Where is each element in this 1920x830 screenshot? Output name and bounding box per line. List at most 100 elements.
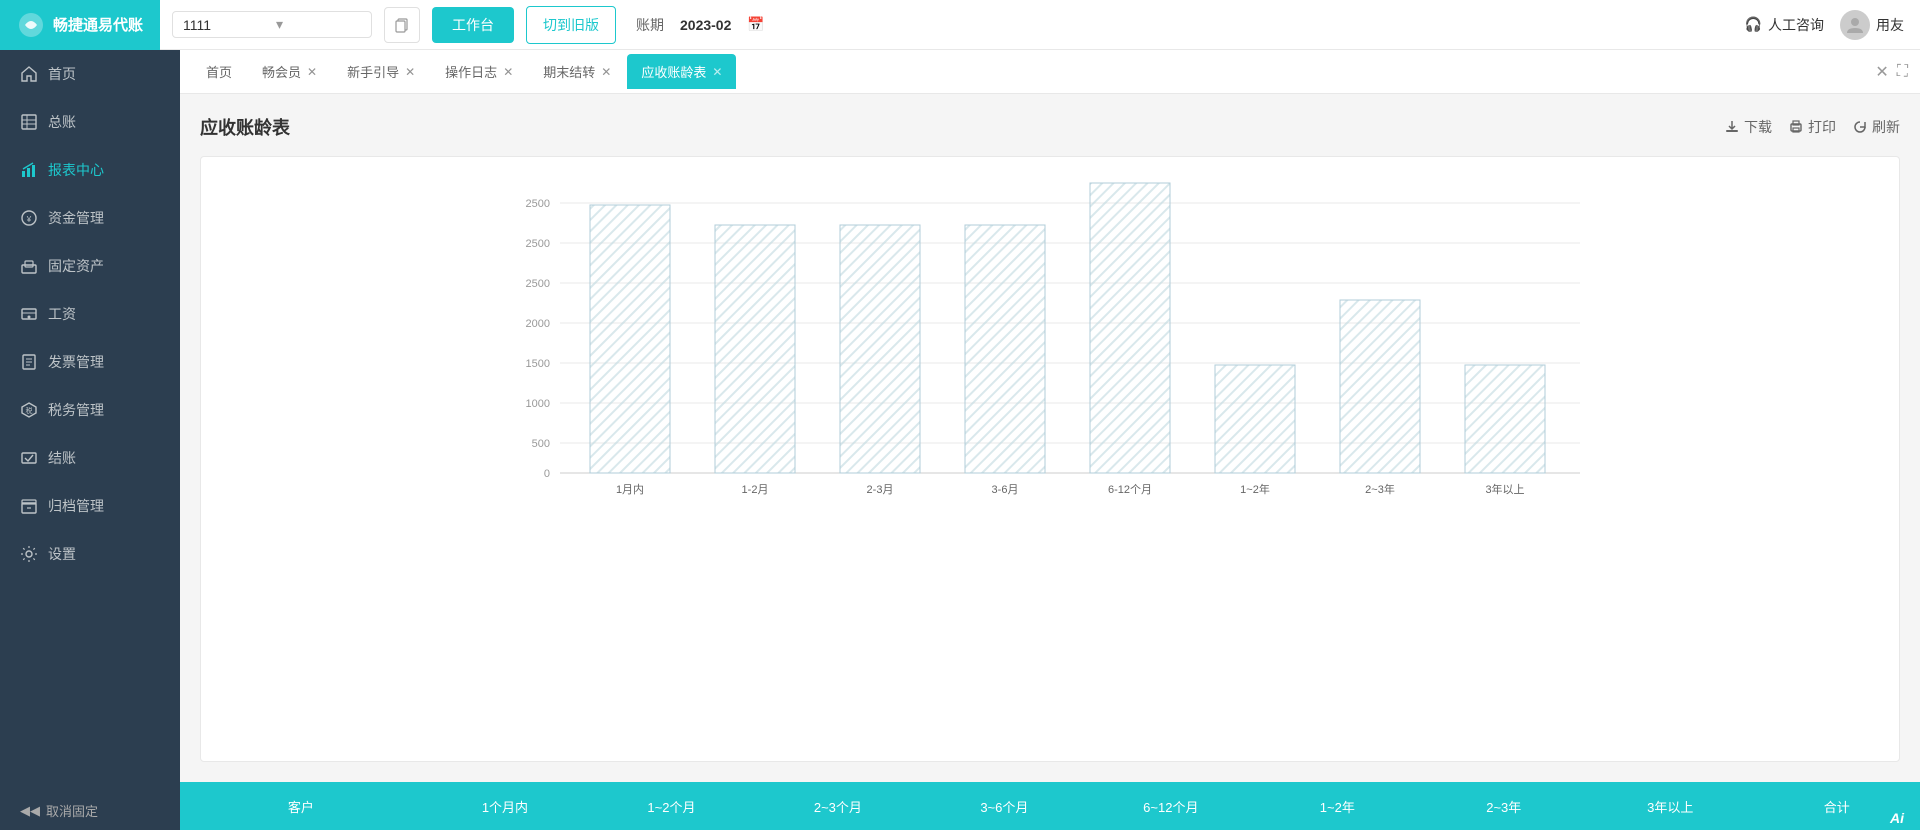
period-value: 2023-02 [680,17,731,33]
settings-icon [20,545,38,563]
close-all-tabs-button[interactable]: ✕ [1875,62,1888,82]
close-guide-tab[interactable]: ✕ [405,65,415,79]
col-3year: 3年以上 [1587,797,1753,816]
close-member-tab[interactable]: ✕ [307,65,317,79]
pin-icon: ◀◀ [20,803,40,819]
tab-aging-label: 应收账龄表 [641,62,706,81]
switch-version-button[interactable]: 切到旧版 [526,6,616,44]
svg-text:1000: 1000 [526,398,550,410]
tab-oplog[interactable]: 操作日志 ✕ [431,54,527,89]
tab-member[interactable]: 畅会员 ✕ [248,54,331,89]
tab-guide[interactable]: 新手引导 ✕ [333,54,429,89]
copy-icon [394,17,410,33]
sidebar-label-invoice: 发票管理 [48,352,104,372]
aging-chart: 2500 2500 2500 2000 1500 1000 500 0 [217,173,1883,513]
svg-text:2-3月: 2-3月 [867,484,894,496]
col-36month: 3~6个月 [921,797,1087,816]
content-area: 首页 畅会员 ✕ 新手引导 ✕ 操作日志 ✕ 期末结转 ✕ 应收账龄表 ✕ [180,50,1920,830]
header-right: 🎧 人工咨询 用友 [1745,10,1904,40]
close-period-end-tab[interactable]: ✕ [601,65,611,79]
sidebar-item-settings[interactable]: 设置 [0,530,180,578]
tab-home[interactable]: 首页 [192,54,246,89]
col-12month: 1~2个月 [588,797,754,816]
svg-text:1~2年: 1~2年 [1240,482,1270,496]
tab-aging[interactable]: 应收账龄表 ✕ [627,54,736,89]
svg-text:500: 500 [532,438,550,450]
user-name: 用友 [1876,15,1904,35]
sidebar-item-home[interactable]: 首页 [0,50,180,98]
sidebar-label-funds: 资金管理 [48,208,104,228]
close-oplog-tab[interactable]: ✕ [503,65,513,79]
col-1month: 1个月内 [422,797,588,816]
print-button[interactable]: 打印 [1788,117,1836,137]
app-name: 畅捷通易代账 [53,14,143,35]
table-header-bar: 客户 1个月内 1~2个月 2~3个月 3~6个月 6~12个月 1~2年 2~… [180,782,1920,830]
sidebar-item-tax[interactable]: 税 税务管理 [0,386,180,434]
app-logo: 畅捷通易代账 [0,0,160,50]
sidebar-item-assets[interactable]: 固定资产 [0,242,180,290]
tab-period-end[interactable]: 期末结转 ✕ [529,54,625,89]
sidebar-label-archive: 归档管理 [48,496,104,516]
cancel-fixed-button[interactable]: ◀◀ 取消固定 [0,791,180,830]
sidebar-item-reports[interactable]: 报表中心 [0,146,180,194]
svg-text:1月内: 1月内 [616,482,644,496]
workbench-button[interactable]: 工作台 [432,7,514,43]
tab-guide-label: 新手引导 [347,62,399,81]
sidebar-label-ledger: 总账 [48,112,76,132]
copy-button[interactable] [384,7,420,43]
download-button[interactable]: 下载 [1724,117,1772,137]
svg-text:1-2月: 1-2月 [742,484,769,496]
period-label: 账期 [636,15,664,35]
user-button[interactable]: 用友 [1840,10,1904,40]
ai-badge: Ai [1874,806,1920,830]
sidebar-label-checkout: 结账 [48,448,76,468]
sidebar-item-funds[interactable]: ¥ 资金管理 [0,194,180,242]
consult-button[interactable]: 🎧 人工咨询 [1745,15,1824,35]
sidebar-label-settings: 设置 [48,544,76,564]
sidebar-label-assets: 固定资产 [48,256,104,276]
chart-container: 2500 2500 2500 2000 1500 1000 500 0 [200,156,1900,762]
ai-badge-text: Ai [1890,810,1904,826]
calendar-icon[interactable]: 📅 [747,16,764,33]
home-icon [20,65,38,83]
svg-text:3年以上: 3年以上 [1485,482,1524,496]
sidebar-label-tax: 税务管理 [48,400,104,420]
svg-text:2500: 2500 [526,238,550,250]
headset-icon: 🎧 [1745,16,1762,33]
salary-icon [20,305,38,323]
download-label: 下载 [1744,117,1772,137]
avatar [1840,10,1870,40]
sidebar-item-invoice[interactable]: 发票管理 [0,338,180,386]
col-612month: 6~12个月 [1088,797,1254,816]
sidebar-label-salary: 工资 [48,304,76,324]
svg-text:税: 税 [26,406,33,415]
archive-icon [20,497,38,515]
tab-oplog-label: 操作日志 [445,62,497,81]
sidebar-item-ledger[interactable]: 总账 [0,98,180,146]
checkout-icon [20,449,38,467]
sidebar-item-salary[interactable]: 工资 [0,290,180,338]
sidebar-item-archive[interactable]: 归档管理 [0,482,180,530]
sidebar-label-home: 首页 [48,64,76,84]
page-content: 应收账龄表 下载 [180,94,1920,782]
top-header: 畅捷通易代账 1111 ▾ 工作台 切到旧版 账期 2023-02 📅 🎧 人工… [0,0,1920,50]
refresh-button[interactable]: 刷新 [1852,117,1900,137]
close-aging-tab[interactable]: ✕ [712,65,722,79]
svg-text:2000: 2000 [526,318,550,330]
svg-text:2500: 2500 [526,278,550,290]
refresh-label: 刷新 [1872,117,1900,137]
sidebar-item-checkout[interactable]: 结账 [0,434,180,482]
company-selector[interactable]: 1111 ▾ [172,11,372,38]
download-icon [1724,119,1740,135]
svg-text:3-6月: 3-6月 [992,484,1019,496]
maximize-button[interactable]: ⛶ [1897,62,1908,82]
refresh-icon [1852,119,1868,135]
sidebar-label-reports: 报表中心 [48,160,104,180]
page-title: 应收账龄表 [200,114,290,140]
svg-text:2~3年: 2~3年 [1365,482,1395,496]
svg-text:1500: 1500 [526,358,550,370]
tabs-bar: 首页 畅会员 ✕ 新手引导 ✕ 操作日志 ✕ 期末结转 ✕ 应收账龄表 ✕ [180,50,1920,94]
funds-icon: ¥ [20,209,38,227]
assets-icon [20,257,38,275]
cancel-fixed-label: 取消固定 [46,801,98,820]
